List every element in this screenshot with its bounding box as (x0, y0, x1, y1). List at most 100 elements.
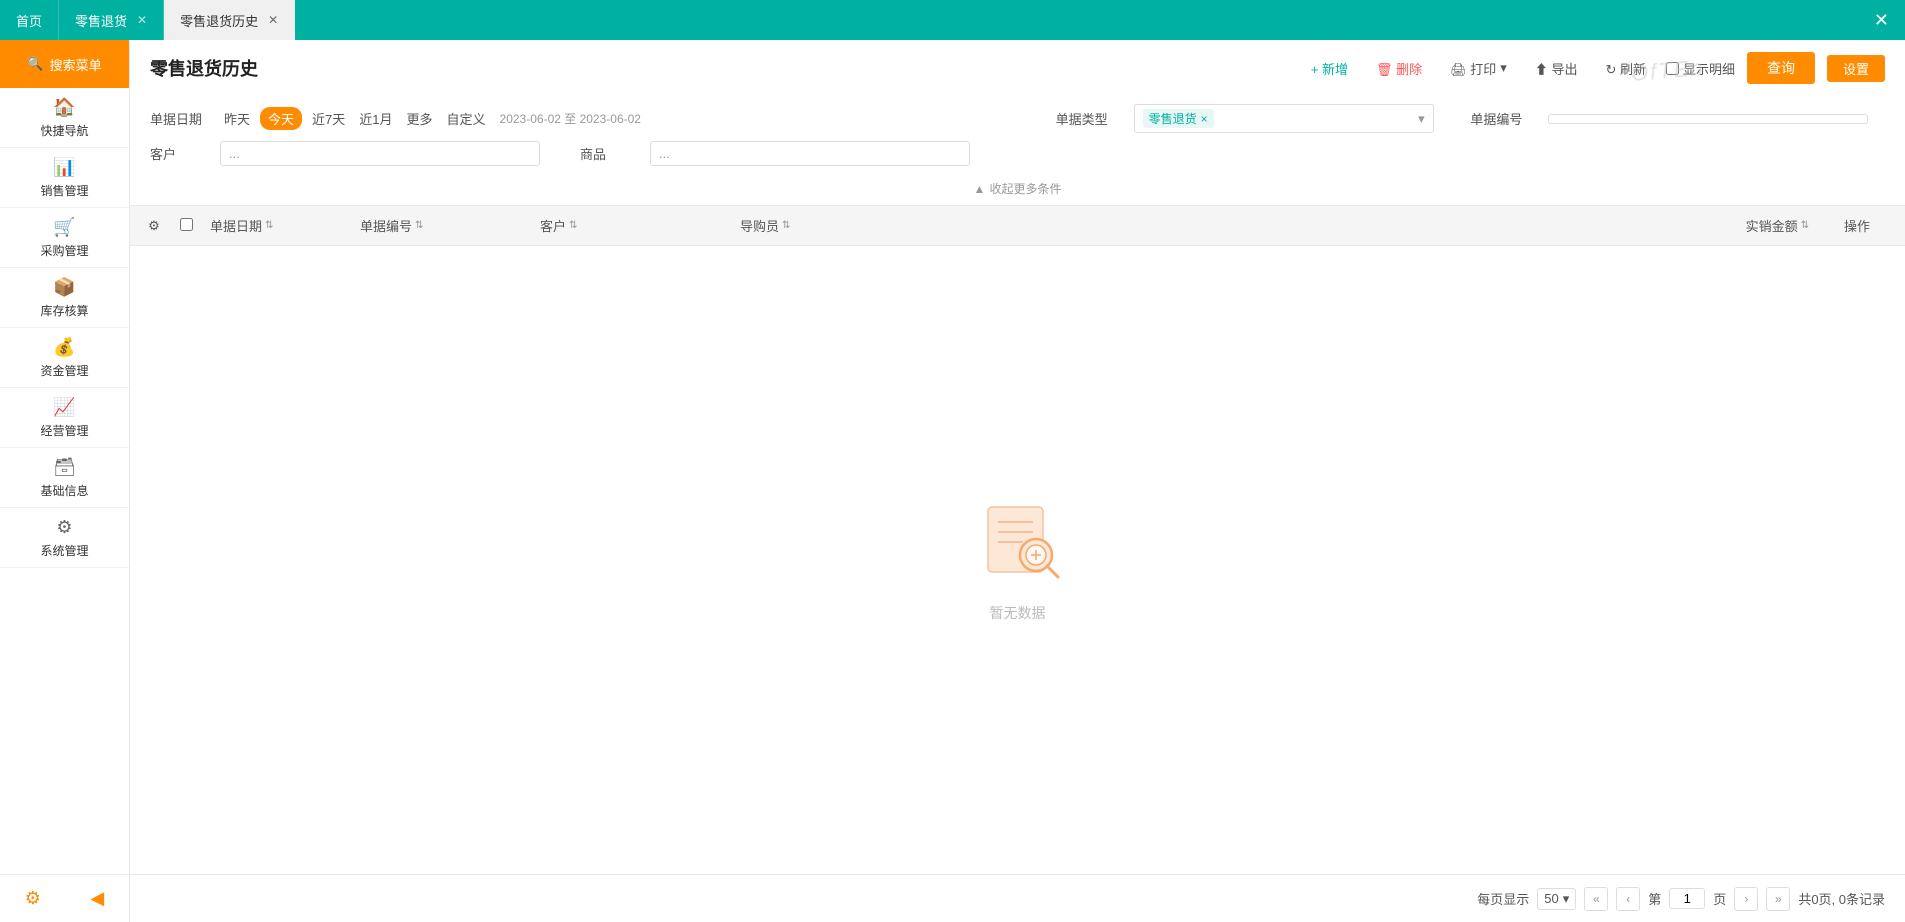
th-ops: 操作 (1817, 216, 1897, 235)
date-range-display: 2023-06-02 至 2023-06-02 (500, 110, 641, 127)
show-detail-label: 显示明细 (1683, 59, 1735, 78)
purchase-icon: 🛒 (53, 217, 75, 238)
goods-input[interactable]: ... (650, 141, 970, 166)
first-page-button[interactable]: « (1584, 887, 1608, 911)
sidebar-item-quick-nav[interactable]: 🏠 快捷导航 (0, 88, 129, 148)
doc-type-tag: 零售退货 × (1143, 109, 1214, 128)
sidebar-item-purchase[interactable]: 🛒 采购管理 (0, 208, 129, 268)
doc-type-tag-close[interactable]: × (1201, 112, 1208, 126)
th-settings[interactable]: ⚙ (138, 218, 170, 234)
sidebar-collapse-button[interactable]: ◀ (90, 888, 104, 909)
delete-button[interactable]: 🗑 删除 (1368, 55, 1430, 82)
empty-text: 暂无数据 (990, 603, 1046, 623)
pagination: 每页显示 50 ▾ « ‹ 第 页 › » 共0页, 0条记录 (130, 874, 1905, 922)
doc-type-select[interactable]: 零售退货 × ▾ (1134, 104, 1434, 133)
sidebar-item-inventory-label: 库存核算 (40, 302, 88, 319)
base-info-icon: 🗃 (53, 457, 76, 478)
collapse-bar[interactable]: ▲ 收起更多条件 (150, 174, 1885, 205)
date-opt-more[interactable]: 更多 (403, 107, 437, 130)
show-detail-checkbox[interactable] (1666, 62, 1679, 75)
page-size-select[interactable]: 50 ▾ (1537, 888, 1576, 910)
select-all-checkbox[interactable] (180, 218, 193, 231)
doc-number-filter-section: 单据编号 (1470, 109, 1885, 128)
th-guide[interactable]: 导购员 ⇅ (732, 216, 882, 235)
tab-retail-return-close[interactable]: ✕ (137, 13, 147, 27)
next-page-button[interactable]: › (1734, 887, 1758, 911)
last-page-button[interactable]: » (1766, 887, 1790, 911)
empty-illustration (968, 497, 1068, 587)
prev-page-button[interactable]: ‹ (1616, 887, 1640, 911)
current-page-input[interactable] (1669, 888, 1705, 909)
show-detail-toggle[interactable]: 显示明细 (1666, 59, 1735, 78)
customer-input[interactable]: ... (220, 141, 540, 166)
doc-type-filter-section: 单据类型 零售退货 × ▾ (1056, 104, 1471, 133)
window-close-button[interactable]: ✕ (1874, 10, 1889, 31)
tab-home[interactable]: 首页 (0, 0, 59, 40)
th-guide-label: 导购员 (740, 216, 779, 235)
date-opt-7days[interactable]: 近7天 (308, 107, 349, 130)
sidebar-item-sales[interactable]: 📊 销售管理 (0, 148, 129, 208)
sidebar-settings-button[interactable]: ⚙ (25, 888, 41, 909)
sidebar-item-operations-label: 经营管理 (40, 422, 88, 439)
filter-area: 单据日期 昨天 今天 近7天 近1月 更多 自定义 2023-06-02 至 2… (150, 96, 1885, 205)
top-tab-bar: 首页 零售退货 ✕ 零售退货历史 ✕ ✕ (0, 0, 1905, 40)
sidebar-item-inventory[interactable]: 📦 库存核算 (0, 268, 129, 328)
page-size-value: 50 (1544, 891, 1558, 906)
sidebar-item-finance[interactable]: 💰 资金管理 (0, 328, 129, 388)
collapse-label: 收起更多条件 (989, 180, 1061, 197)
print-label: 🖨 打印 (1450, 59, 1496, 78)
page-size-dropdown-icon: ▾ (1563, 891, 1570, 907)
th-amount-sort-icon: ⇅ (1801, 220, 1809, 231)
customer-dots: ... (229, 146, 240, 161)
tab-retail-return-label: 零售退货 (75, 11, 127, 30)
date-opt-yesterday[interactable]: 昨天 (220, 107, 254, 130)
content-area: 零售退货历史 + 新增 🗑 删除 🖨 打印 ▾ ⬆ 导出 (130, 40, 1905, 922)
doc-number-input[interactable] (1548, 114, 1868, 124)
refresh-button[interactable]: ↻ 刷新 (1597, 55, 1654, 82)
sidebar-item-system-label: 系统管理 (40, 542, 88, 559)
th-customer-label: 客户 (540, 216, 566, 235)
export-label: ⬆ 导出 (1535, 59, 1578, 78)
sales-icon: 📊 (53, 157, 75, 178)
refresh-label: ↻ 刷新 (1605, 59, 1646, 78)
th-amount[interactable]: 实销金额 ⇅ (1697, 216, 1817, 235)
page-unit: 页 (1713, 889, 1726, 908)
date-opt-1month[interactable]: 近1月 (355, 107, 396, 130)
toolbar: + 新增 🗑 删除 🖨 打印 ▾ ⬆ 导出 ↻ 刷新 (1303, 52, 1885, 84)
date-opt-custom[interactable]: 自定义 (443, 107, 490, 130)
sidebar-item-purchase-label: 采购管理 (40, 242, 88, 259)
settings-button[interactable]: 设置 (1827, 55, 1885, 82)
sidebar-item-finance-label: 资金管理 (40, 362, 88, 379)
tab-retail-return-history-close[interactable]: ✕ (268, 13, 278, 27)
th-customer-sort-icon: ⇅ (569, 220, 577, 231)
filter-row-customer: 客户 ... 商品 ... (150, 141, 1885, 166)
tab-retail-return[interactable]: 零售退货 ✕ (59, 0, 164, 40)
th-customer[interactable]: 客户 ⇅ (532, 216, 732, 235)
th-docnum-label: 单据编号 (360, 216, 412, 235)
th-docnum[interactable]: 单据编号 ⇅ (352, 216, 532, 235)
th-docnum-sort-icon: ⇅ (415, 220, 423, 231)
topbar-right: ✕ (1874, 10, 1905, 31)
export-button[interactable]: ⬆ 导出 (1527, 55, 1586, 82)
doc-type-dropdown-icon: ▾ (1418, 111, 1425, 127)
doc-number-label: 单据编号 (1470, 109, 1540, 128)
page-size-label: 每页显示 (1477, 889, 1529, 908)
search-icon: 🔍 (27, 56, 43, 72)
new-button[interactable]: + 新增 (1303, 55, 1356, 82)
sidebar-search[interactable]: 🔍 搜索菜单 (0, 40, 129, 88)
date-opt-today[interactable]: 今天 (260, 107, 302, 130)
table-area: ⚙ 单据日期 ⇅ 单据编号 ⇅ 客户 ⇅ 导购员 ⇅ (130, 206, 1905, 922)
sidebar-item-base-info[interactable]: 🗃 基础信息 (0, 448, 129, 508)
sidebar-item-system[interactable]: ⚙ 系统管理 (0, 508, 129, 568)
print-button[interactable]: 🖨 打印 ▾ (1442, 55, 1515, 82)
th-date[interactable]: 单据日期 ⇅ (202, 216, 352, 235)
tab-retail-return-history[interactable]: 零售退货历史 ✕ (164, 0, 295, 40)
sidebar-item-base-info-label: 基础信息 (40, 482, 88, 499)
th-checkbox[interactable] (170, 218, 202, 234)
query-button[interactable]: 查询 (1747, 52, 1815, 84)
new-label: + 新增 (1311, 59, 1348, 78)
date-filter-label: 单据日期 (150, 109, 220, 128)
goods-dots: ... (659, 146, 670, 161)
finance-icon: 💰 (53, 337, 75, 358)
sidebar-item-operations[interactable]: 📈 经营管理 (0, 388, 129, 448)
